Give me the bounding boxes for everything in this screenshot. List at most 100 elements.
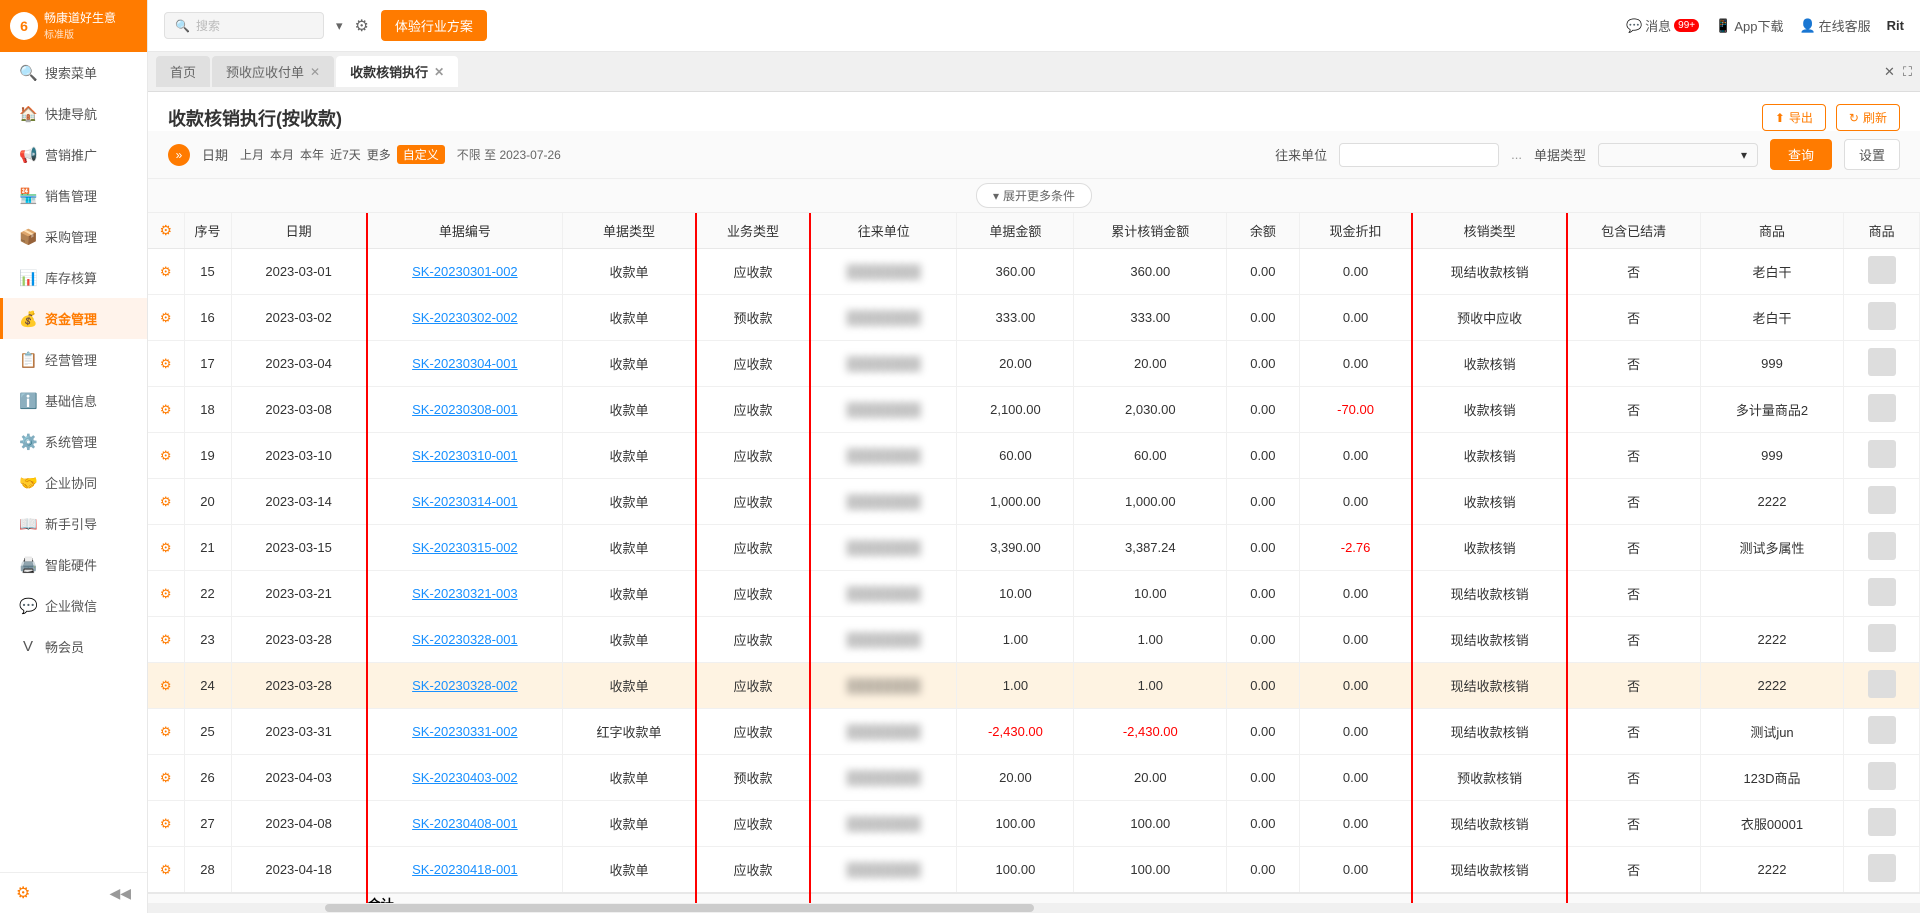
cell-voucher-no-12[interactable]: SK-20230408-001 (367, 801, 563, 847)
cell-gear-13[interactable]: ⚙ (148, 847, 184, 894)
topbar-dropdown-icon[interactable]: ▾ (336, 18, 343, 34)
voucher-link-6[interactable]: SK-20230315-002 (412, 540, 518, 555)
date-opt-more[interactable]: 更多 (367, 146, 391, 163)
sidebar-item-marketing[interactable]: 📢营销推广 (0, 134, 147, 175)
cell-gear-0[interactable]: ⚙ (148, 249, 184, 295)
cell-voucher-no-2[interactable]: SK-20230304-001 (367, 341, 563, 387)
cell-discount-10: 0.00 (1299, 709, 1412, 755)
sidebar-item-basic-info[interactable]: ℹ️基础信息 (0, 380, 147, 421)
close-all-icon[interactable]: ✕ (1884, 64, 1895, 80)
export-btn[interactable]: ⬆ 导出 (1762, 104, 1826, 131)
cell-voucher-no-10[interactable]: SK-20230331-002 (367, 709, 563, 755)
cell-biz-type-0: 应收款 (696, 249, 810, 295)
cell-voucher-no-7[interactable]: SK-20230321-003 (367, 571, 563, 617)
cell-writeoff-type-2: 收款核销 (1412, 341, 1566, 387)
topbar-gear-icon[interactable]: ⚙ (355, 16, 369, 36)
cell-gear-10[interactable]: ⚙ (148, 709, 184, 755)
sidebar-item-search[interactable]: 🔍搜索菜单 (0, 52, 147, 93)
sidebar-item-guide[interactable]: 📖新手引导 (0, 503, 147, 544)
expand-conditions-btn[interactable]: ▾ 展开更多条件 (976, 183, 1092, 208)
col-gear[interactable]: ⚙ (148, 213, 184, 249)
cell-voucher-no-1[interactable]: SK-20230302-002 (367, 295, 563, 341)
app-download-label[interactable]: 📱 App下载 (1715, 16, 1783, 35)
date-opt-this-year[interactable]: 本年 (300, 146, 324, 163)
voucher-link-0[interactable]: SK-20230301-002 (412, 264, 518, 279)
filter-settings-btn[interactable]: 设置 (1844, 139, 1900, 170)
cell-voucher-no-11[interactable]: SK-20230403-002 (367, 755, 563, 801)
sidebar-item-system[interactable]: ⚙️系统管理 (0, 421, 147, 462)
cell-voucher-type-5: 收款单 (563, 479, 696, 525)
cell-gear-7[interactable]: ⚙ (148, 571, 184, 617)
cell-voucher-no-13[interactable]: SK-20230418-001 (367, 847, 563, 894)
tab-close-receivable[interactable]: ✕ (310, 65, 320, 79)
cell-gear-9[interactable]: ⚙ (148, 663, 184, 709)
voucher-link-13[interactable]: SK-20230418-001 (412, 862, 518, 877)
cell-gear-1[interactable]: ⚙ (148, 295, 184, 341)
sidebar-item-sales[interactable]: 🏪销售管理 (0, 175, 147, 216)
maximize-icon[interactable]: ⛶ (1903, 64, 1912, 80)
sidebar-item-finance[interactable]: 💰资金管理 (0, 298, 147, 339)
voucher-link-12[interactable]: SK-20230408-001 (412, 816, 518, 831)
sidebar-item-enterprise[interactable]: 🤝企业协同 (0, 462, 147, 503)
cell-voucher-no-0[interactable]: SK-20230301-002 (367, 249, 563, 295)
cell-gear-2[interactable]: ⚙ (148, 341, 184, 387)
voucher-link-5[interactable]: SK-20230314-001 (412, 494, 518, 509)
cell-gear-8[interactable]: ⚙ (148, 617, 184, 663)
cell-gear-5[interactable]: ⚙ (148, 479, 184, 525)
sidebar-item-wechat[interactable]: 💬企业微信 (0, 585, 147, 626)
sidebar-item-smart-hw[interactable]: 🖨️智能硬件 (0, 544, 147, 585)
settings-icon[interactable]: ⚙ (16, 883, 30, 903)
cell-voucher-no-5[interactable]: SK-20230314-001 (367, 479, 563, 525)
collapse-icon[interactable]: ◀◀ (109, 885, 131, 902)
voucher-link-7[interactable]: SK-20230321-003 (412, 586, 518, 601)
cell-voucher-type-12: 收款单 (563, 801, 696, 847)
date-opt-7days[interactable]: 近7天 (330, 146, 361, 163)
cell-writeoff-type-4: 收款核销 (1412, 433, 1566, 479)
date-opt-this-month[interactable]: 本月 (270, 146, 294, 163)
cell-product2-1 (1844, 295, 1920, 341)
messages-label[interactable]: 💬 消息 99+ (1626, 16, 1699, 35)
query-btn[interactable]: 查询 (1770, 139, 1832, 170)
cell-voucher-no-8[interactable]: SK-20230328-001 (367, 617, 563, 663)
cell-seq-9: 24 (184, 663, 231, 709)
date-opt-last-month[interactable]: 上月 (240, 146, 264, 163)
cell-gear-6[interactable]: ⚙ (148, 525, 184, 571)
user-name[interactable]: Rit (1887, 18, 1904, 33)
cell-voucher-no-9[interactable]: SK-20230328-002 (367, 663, 563, 709)
cell-product-12: 衣服00001 (1700, 801, 1844, 847)
sidebar-item-inventory[interactable]: 📊库存核算 (0, 257, 147, 298)
cell-gear-11[interactable]: ⚙ (148, 755, 184, 801)
online-service-label[interactable]: 👤 在线客服 (1799, 16, 1870, 35)
partner-input[interactable] (1339, 143, 1499, 167)
date-opt-custom[interactable]: 自定义 (397, 145, 445, 164)
refresh-btn[interactable]: ↻ 刷新 (1836, 104, 1900, 131)
cell-gear-4[interactable]: ⚙ (148, 433, 184, 479)
cell-voucher-no-6[interactable]: SK-20230315-002 (367, 525, 563, 571)
sidebar-item-vip[interactable]: V畅会员 (0, 626, 147, 667)
industry-btn[interactable]: 体验行业方案 (381, 10, 487, 41)
voucher-link-10[interactable]: SK-20230331-002 (412, 724, 518, 739)
voucher-link-4[interactable]: SK-20230310-001 (412, 448, 518, 463)
sidebar-item-purchase[interactable]: 📦采购管理 (0, 216, 147, 257)
voucher-link-9[interactable]: SK-20230328-002 (412, 678, 518, 693)
voucher-link-11[interactable]: SK-20230403-002 (412, 770, 518, 785)
sidebar-item-quick-nav[interactable]: 🏠快捷导航 (0, 93, 147, 134)
voucher-link-2[interactable]: SK-20230304-001 (412, 356, 518, 371)
cell-voucher-no-3[interactable]: SK-20230308-001 (367, 387, 563, 433)
cell-gear-3[interactable]: ⚙ (148, 387, 184, 433)
tab-receivable[interactable]: 预收应收付单 ✕ (212, 56, 334, 87)
voucher-link-8[interactable]: SK-20230328-001 (412, 632, 518, 647)
col-biz-type: 业务类型 (696, 213, 810, 249)
voucher-link-3[interactable]: SK-20230308-001 (412, 402, 518, 417)
tab-home[interactable]: 首页 (156, 56, 210, 87)
tab-close-writeoff[interactable]: ✕ (434, 65, 444, 79)
cell-gear-12[interactable]: ⚙ (148, 801, 184, 847)
voucher-type-select[interactable]: ▾ (1598, 143, 1758, 167)
filter-toggle-btn[interactable]: » (168, 144, 190, 166)
search-bar[interactable]: 🔍 搜索 (164, 12, 324, 39)
voucher-link-1[interactable]: SK-20230302-002 (412, 310, 518, 325)
cell-voucher-no-4[interactable]: SK-20230310-001 (367, 433, 563, 479)
date-range-display: 不限 至 2023-07-26 (457, 146, 561, 163)
tab-writeoff[interactable]: 收款核销执行 ✕ (336, 56, 458, 87)
sidebar-item-operations[interactable]: 📋经营管理 (0, 339, 147, 380)
